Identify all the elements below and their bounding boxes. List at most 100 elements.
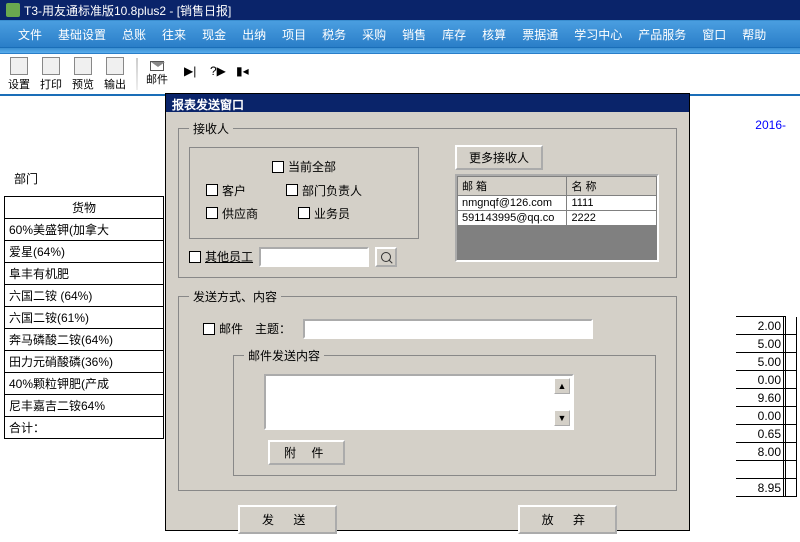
menu-cashier[interactable]: 出纳 bbox=[234, 22, 274, 47]
checkbox-icon bbox=[203, 323, 215, 335]
mail-icon bbox=[150, 61, 164, 71]
value-cell[interactable]: 0.00 bbox=[736, 371, 785, 389]
attachment-button[interactable]: 附 件 bbox=[268, 440, 345, 465]
recip-email: nmgnqf@126.com bbox=[458, 196, 567, 211]
menu-learning[interactable]: 学习中心 bbox=[566, 22, 630, 47]
recip-col-email[interactable]: 邮 箱 bbox=[458, 177, 567, 196]
goods-total-row[interactable]: 合计： bbox=[5, 417, 164, 439]
menu-ar-ap[interactable]: 往来 bbox=[154, 22, 194, 47]
search-button[interactable] bbox=[375, 247, 397, 267]
goods-table: 货物 60%美盛钾(加拿大 爱星(64%) 阜丰有机肥 六国二铵 (64%) 六… bbox=[4, 196, 164, 439]
goods-row[interactable]: 爱星(64%) bbox=[5, 241, 164, 263]
menu-bar: 文件 基础设置 总账 往来 现金 出纳 项目 税务 采购 销售 库存 核算 票据… bbox=[0, 20, 800, 48]
value-cell[interactable]: 8.00 bbox=[736, 443, 785, 461]
tool-export[interactable]: 输出 bbox=[100, 55, 130, 94]
tool-print[interactable]: 打印 bbox=[36, 55, 66, 94]
tool-settings[interactable]: 设置 bbox=[4, 55, 34, 94]
value-cell[interactable]: 2.00 bbox=[736, 317, 785, 335]
subject-input[interactable] bbox=[303, 319, 593, 339]
export-icon bbox=[106, 57, 124, 75]
send-button[interactable]: 发 送 bbox=[238, 505, 337, 534]
recip-name: 1111 bbox=[567, 196, 657, 211]
recip-row[interactable]: 591143995@qq.co 2222 bbox=[458, 211, 657, 226]
goods-row[interactable]: 田力元硝酸磷(36%) bbox=[5, 351, 164, 373]
recip-col-name[interactable]: 名 称 bbox=[567, 177, 657, 196]
value-cell[interactable]: 9.60 bbox=[736, 389, 785, 407]
dept-label: 部门 bbox=[14, 170, 38, 187]
chk-current-all[interactable]: 当前全部 bbox=[272, 158, 336, 175]
goods-header: 货物 bbox=[5, 197, 164, 219]
value-cell[interactable]: 0.00 bbox=[736, 407, 785, 425]
recip-name: 2222 bbox=[567, 211, 657, 226]
value-cell[interactable]: 5.00 bbox=[736, 353, 785, 371]
goods-row[interactable]: 六国二铵 (64%) bbox=[5, 285, 164, 307]
arrow-down-icon: ▼ bbox=[558, 413, 567, 423]
toolbar: 设置 打印 预览 输出 邮件 ▶| ?▶ ▮◂ bbox=[0, 54, 800, 96]
scroll-up-button[interactable]: ▲ bbox=[554, 378, 570, 394]
mail-content-textarea[interactable]: ▲ ▼ bbox=[264, 374, 574, 430]
checkbox-icon bbox=[286, 184, 298, 196]
content-legend: 邮件发送内容 bbox=[244, 347, 324, 364]
more-recipients-button[interactable]: 更多接收人 bbox=[455, 145, 543, 170]
goods-row[interactable]: 六国二铵(61%) bbox=[5, 307, 164, 329]
send-legend: 发送方式、内容 bbox=[189, 288, 281, 305]
small-tool-2[interactable]: ?▶ bbox=[210, 64, 230, 84]
print-icon bbox=[42, 57, 60, 75]
small-tool-3[interactable]: ▮◂ bbox=[236, 64, 256, 84]
tool-mail[interactable]: 邮件 bbox=[142, 59, 172, 89]
chk-mail[interactable]: 邮件 bbox=[203, 320, 243, 337]
menu-inventory[interactable]: 库存 bbox=[434, 22, 474, 47]
menu-sales[interactable]: 销售 bbox=[394, 22, 434, 47]
goods-row[interactable]: 尼丰嘉吉二铵64% bbox=[5, 395, 164, 417]
checkbox-icon bbox=[206, 207, 218, 219]
cancel-button[interactable]: 放 弃 bbox=[518, 505, 617, 534]
menu-help[interactable]: 帮助 bbox=[734, 22, 774, 47]
recipients-table[interactable]: 邮 箱 名 称 nmgnqf@126.com 1111 591143995@qq… bbox=[455, 174, 659, 262]
menu-project[interactable]: 项目 bbox=[274, 22, 314, 47]
other-employee-input[interactable] bbox=[259, 247, 369, 267]
checkbox-icon bbox=[206, 184, 218, 196]
recip-email: 591143995@qq.co bbox=[458, 211, 567, 226]
window-title-bar: T3-用友通标准版10.8plus2 - [销售日报] bbox=[0, 0, 800, 20]
chk-operator[interactable]: 业务员 bbox=[298, 205, 350, 222]
goods-row[interactable]: 阜丰有机肥 bbox=[5, 263, 164, 285]
report-send-dialog: 报表发送窗口 接收人 当前全部 客户 部门负责人 供应商 业务员 更多接收人 bbox=[165, 93, 690, 531]
app-icon bbox=[6, 3, 20, 17]
value-cell[interactable]: 8.95 bbox=[736, 479, 785, 497]
recipients-legend: 接收人 bbox=[189, 120, 233, 137]
goods-row[interactable]: 60%美盛钾(加拿大 bbox=[5, 219, 164, 241]
recip-row[interactable]: nmgnqf@126.com 1111 bbox=[458, 196, 657, 211]
menu-gl[interactable]: 总账 bbox=[114, 22, 154, 47]
recipients-fieldset: 接收人 当前全部 客户 部门负责人 供应商 业务员 更多接收人 bbox=[178, 120, 677, 278]
right-values: 2016- 2.00 5.00 5.00 0.00 9.60 0.00 0.65… bbox=[736, 216, 786, 497]
checkbox-icon bbox=[298, 207, 310, 219]
menu-product-service[interactable]: 产品服务 bbox=[630, 22, 694, 47]
chk-other-employee[interactable]: 其他员工 bbox=[189, 248, 253, 265]
chk-dept-head[interactable]: 部门负责人 bbox=[286, 182, 362, 199]
goods-row[interactable]: 奔马磷酸二铵(64%) bbox=[5, 329, 164, 351]
tool-preview[interactable]: 预览 bbox=[68, 55, 98, 94]
menu-tax[interactable]: 税务 bbox=[314, 22, 354, 47]
menu-notes[interactable]: 票据通 bbox=[514, 22, 566, 47]
chk-customer[interactable]: 客户 bbox=[206, 182, 246, 199]
small-tool-1[interactable]: ▶| bbox=[184, 64, 204, 84]
settings-icon bbox=[10, 57, 28, 75]
value-cell[interactable]: 0.65 bbox=[736, 425, 785, 443]
value-cell[interactable] bbox=[736, 461, 785, 479]
toolbar-separator bbox=[136, 58, 138, 90]
menu-file[interactable]: 文件 bbox=[10, 22, 50, 47]
menu-basic-settings[interactable]: 基础设置 bbox=[50, 22, 114, 47]
mail-content-fieldset: 邮件发送内容 ▲ ▼ 附 件 bbox=[233, 347, 656, 476]
preview-icon bbox=[74, 57, 92, 75]
menu-purchase[interactable]: 采购 bbox=[354, 22, 394, 47]
value-cell[interactable]: 5.00 bbox=[736, 335, 785, 353]
menu-window[interactable]: 窗口 bbox=[694, 22, 734, 47]
dialog-title: 报表发送窗口 bbox=[166, 94, 689, 112]
scroll-down-button[interactable]: ▼ bbox=[554, 410, 570, 426]
chk-supplier[interactable]: 供应商 bbox=[206, 205, 258, 222]
goods-row[interactable]: 40%颗粒钾肥(产成 bbox=[5, 373, 164, 395]
menu-costing[interactable]: 核算 bbox=[474, 22, 514, 47]
menu-cash[interactable]: 现金 bbox=[194, 22, 234, 47]
send-method-fieldset: 发送方式、内容 邮件 主题： 邮件发送内容 ▲ ▼ 附 件 bbox=[178, 288, 677, 491]
checkbox-icon bbox=[189, 251, 201, 263]
